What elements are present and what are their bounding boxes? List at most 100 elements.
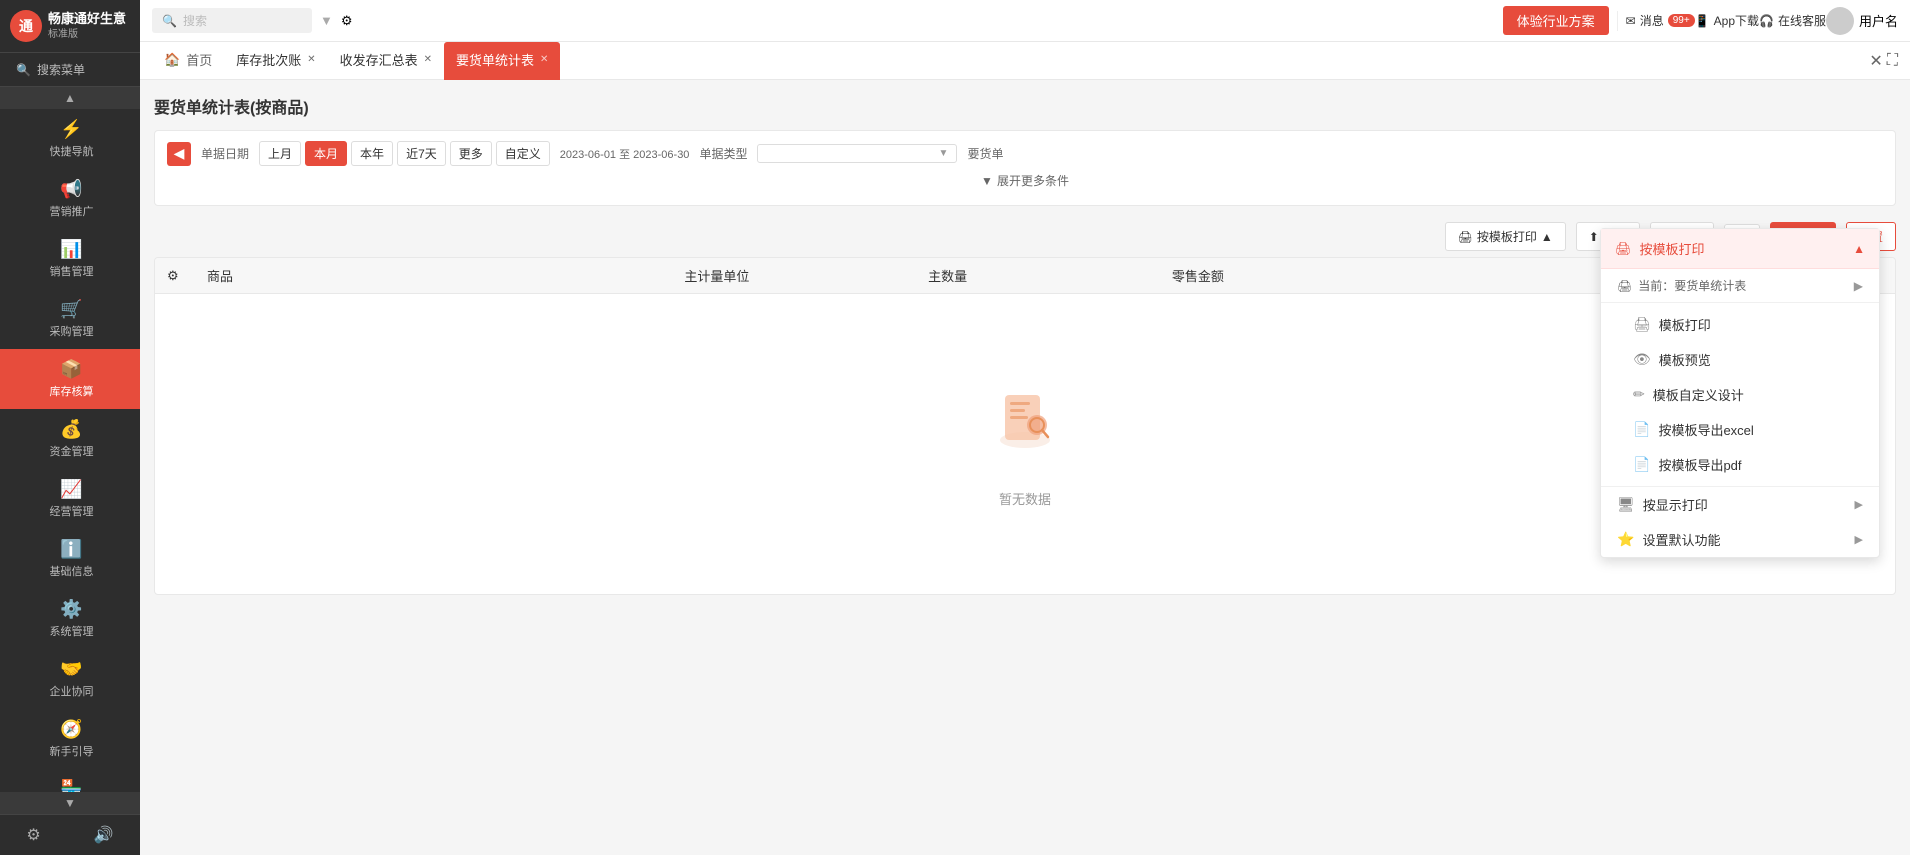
tab-receipt-summary[interactable]: 收发存汇总表 ✕ (328, 42, 444, 80)
date-filter-label: 单据日期 (201, 145, 249, 162)
date-btn-custom[interactable]: 自定义 (496, 141, 550, 166)
coop-label: 企业协同 (50, 683, 94, 699)
filter-bar: ◀ 单据日期 上月 本月 本年 近7天 更多 自定义 2023-06-01 至 … (154, 130, 1896, 206)
print-icon: 🖨 (1458, 230, 1473, 244)
template-print-icon: 🖨 (1633, 316, 1651, 333)
edition-label: 标准版 (48, 28, 126, 41)
sidebar-item-marketing[interactable]: 📢 营销推广 (0, 169, 140, 229)
dropdown-header-arrow: ▲ (1853, 242, 1865, 256)
date-btn-this-month[interactable]: 本月 (305, 141, 347, 166)
purchase-label: 采购管理 (50, 323, 94, 339)
tab-order-stats[interactable]: 要货单统计表 ✕ (444, 42, 560, 80)
customer-service-area[interactable]: 🎧 在线客服 (1759, 12, 1826, 29)
finance-icon: 💰 (60, 419, 82, 440)
finance-label: 资金管理 (50, 443, 94, 459)
display-print-icon: 🖥 (1617, 496, 1635, 513)
search-icon: 🔍 (16, 63, 31, 77)
dropdown-set-default[interactable]: ⭐ 设置默认功能 ▶ (1601, 522, 1879, 557)
export-icon: ⬆ (1589, 230, 1599, 244)
dropdown-item-template-print[interactable]: 🖨 模板打印 (1601, 307, 1879, 342)
quick-nav-label: 快捷导航 (50, 143, 94, 159)
main-area: 🔍 搜索 ▼ ⚙ 体验行业方案 ✉ 消息 99+ 📱 App下载 🎧 在线客服 … (140, 0, 1910, 855)
sound-icon[interactable]: 🔊 (94, 825, 114, 845)
sidebar-item-operation[interactable]: 📈 经营管理 (0, 469, 140, 529)
topbar-search-box[interactable]: 🔍 搜索 (152, 8, 312, 33)
template-design-icon: ✏ (1633, 386, 1645, 403)
date-btn-this-year[interactable]: 本年 (351, 141, 393, 166)
headset-icon: 🎧 (1759, 14, 1774, 28)
date-btn-more[interactable]: 更多 (450, 141, 492, 166)
dropdown-title: 按模板打印 (1640, 239, 1705, 258)
tab-order-stats-label: 要货单统计表 (456, 50, 534, 69)
display-print-arrow: ▶ (1855, 498, 1863, 511)
tab-receipt-summary-close[interactable]: ✕ (424, 54, 432, 65)
scroll-down-button[interactable]: ▼ (0, 792, 140, 814)
dropdown-item-export-excel[interactable]: 📄 按模板导出excel (1601, 412, 1879, 447)
messages-badge: 99+ (1668, 14, 1695, 27)
dropdown-header[interactable]: 🖨 按模板打印 ▲ (1601, 229, 1879, 269)
sidebar-item-quick-nav[interactable]: ⚡ 快捷导航 (0, 109, 140, 169)
type-select[interactable]: ▼ (757, 144, 957, 163)
sales-label: 销售管理 (50, 263, 94, 279)
sales-icon: 📊 (60, 239, 82, 260)
export-pdf-icon: 📄 (1633, 456, 1650, 473)
system-icon: ⚙️ (60, 599, 82, 620)
tab-inventory-batch-close[interactable]: ✕ (307, 54, 315, 65)
marketing-label: 营销推广 (50, 203, 94, 219)
tab-inventory-batch[interactable]: 库存批次账 ✕ (224, 42, 327, 80)
dropdown-item-template-design[interactable]: ✏ 模板自定义设计 (1601, 377, 1879, 412)
customer-service-label: 在线客服 (1778, 12, 1826, 29)
empty-text: 暂无数据 (999, 489, 1051, 508)
set-default-label: 设置默认功能 (1642, 530, 1720, 549)
trial-button[interactable]: 体验行业方案 (1503, 6, 1609, 35)
date-btn-last-month[interactable]: 上月 (259, 141, 301, 166)
type-select-arrow: ▼ (939, 148, 949, 159)
user-avatar (1826, 7, 1854, 35)
col-header-settings[interactable]: ⚙ (167, 268, 197, 284)
messages-area[interactable]: ✉ 消息 99+ (1626, 12, 1695, 29)
dropdown-current-template: 🖨 当前：要货单统计表 ▶ (1601, 269, 1879, 303)
settings-bottom-icon[interactable]: ⚙ (26, 825, 40, 845)
username-label: 用户名 (1859, 11, 1898, 30)
topbar-search-icon: 🔍 (162, 14, 177, 28)
template-design-label: 模板自定义设计 (1653, 385, 1744, 404)
tab-close-all-button[interactable]: ✕ (1869, 51, 1882, 71)
sidebar-item-finance[interactable]: 💰 资金管理 (0, 409, 140, 469)
sidebar-search[interactable]: 🔍 搜索菜单 (0, 53, 140, 87)
app-download-area[interactable]: 📱 App下载 (1695, 12, 1759, 29)
col-header-amount: 零售金额 (1172, 266, 1406, 285)
topbar-divider (1617, 11, 1618, 31)
dropdown-item-template-preview[interactable]: 👁 模板预览 (1601, 342, 1879, 377)
tab-home-label: 首页 (186, 50, 212, 69)
dropdown-item-export-pdf[interactable]: 📄 按模板导出pdf (1601, 447, 1879, 482)
expand-icon: ▼ (981, 174, 993, 188)
tab-fullscreen-button[interactable]: ⛶ (1887, 52, 1898, 70)
set-default-arrow: ▶ (1855, 533, 1863, 546)
print-label: 按模板打印 (1477, 228, 1537, 245)
sidebar-item-system[interactable]: ⚙️ 系统管理 (0, 589, 140, 649)
sidebar-item-inventory[interactable]: 📦 库存核算 (0, 349, 140, 409)
topbar-dropdown-arrow[interactable]: ▼ (320, 13, 333, 28)
tab-order-stats-close[interactable]: ✕ (540, 54, 548, 65)
filter-collapse-button[interactable]: ◀ (167, 142, 191, 166)
scroll-up-button[interactable]: ▲ (0, 87, 140, 109)
template-preview-icon: 👁 (1633, 351, 1651, 368)
sidebar-item-sales[interactable]: 📊 销售管理 (0, 229, 140, 289)
date-buttons-group: 上月 本月 本年 近7天 更多 自定义 (259, 141, 550, 166)
template-print-label: 模板打印 (1659, 315, 1711, 334)
sidebar-item-appstore[interactable]: 🏪 应用中心 (0, 769, 140, 792)
sidebar-item-purchase[interactable]: 🛒 采购管理 (0, 289, 140, 349)
sidebar-item-basic[interactable]: ℹ️ 基础信息 (0, 529, 140, 589)
operation-icon: 📈 (60, 479, 82, 500)
dropdown-display-print[interactable]: 🖥 按显示打印 ▶ (1601, 487, 1879, 522)
sidebar-item-guide[interactable]: 🧭 新手引导 (0, 709, 140, 769)
topbar-settings-icon[interactable]: ⚙ (341, 13, 353, 29)
tab-home[interactable]: 🏠 首页 (152, 42, 224, 80)
user-area[interactable]: 用户名 (1826, 7, 1898, 35)
expand-more-btn[interactable]: ▼ 展开更多条件 (167, 166, 1883, 195)
date-btn-7days[interactable]: 近7天 (397, 141, 446, 166)
sidebar-item-coop[interactable]: 🤝 企业协同 (0, 649, 140, 709)
print-template-button[interactable]: 🖨 按模板打印 ▲ (1445, 222, 1566, 251)
type-filter-label: 单据类型 (699, 145, 747, 162)
page-title: 要货单统计表(按商品) (154, 94, 1896, 118)
